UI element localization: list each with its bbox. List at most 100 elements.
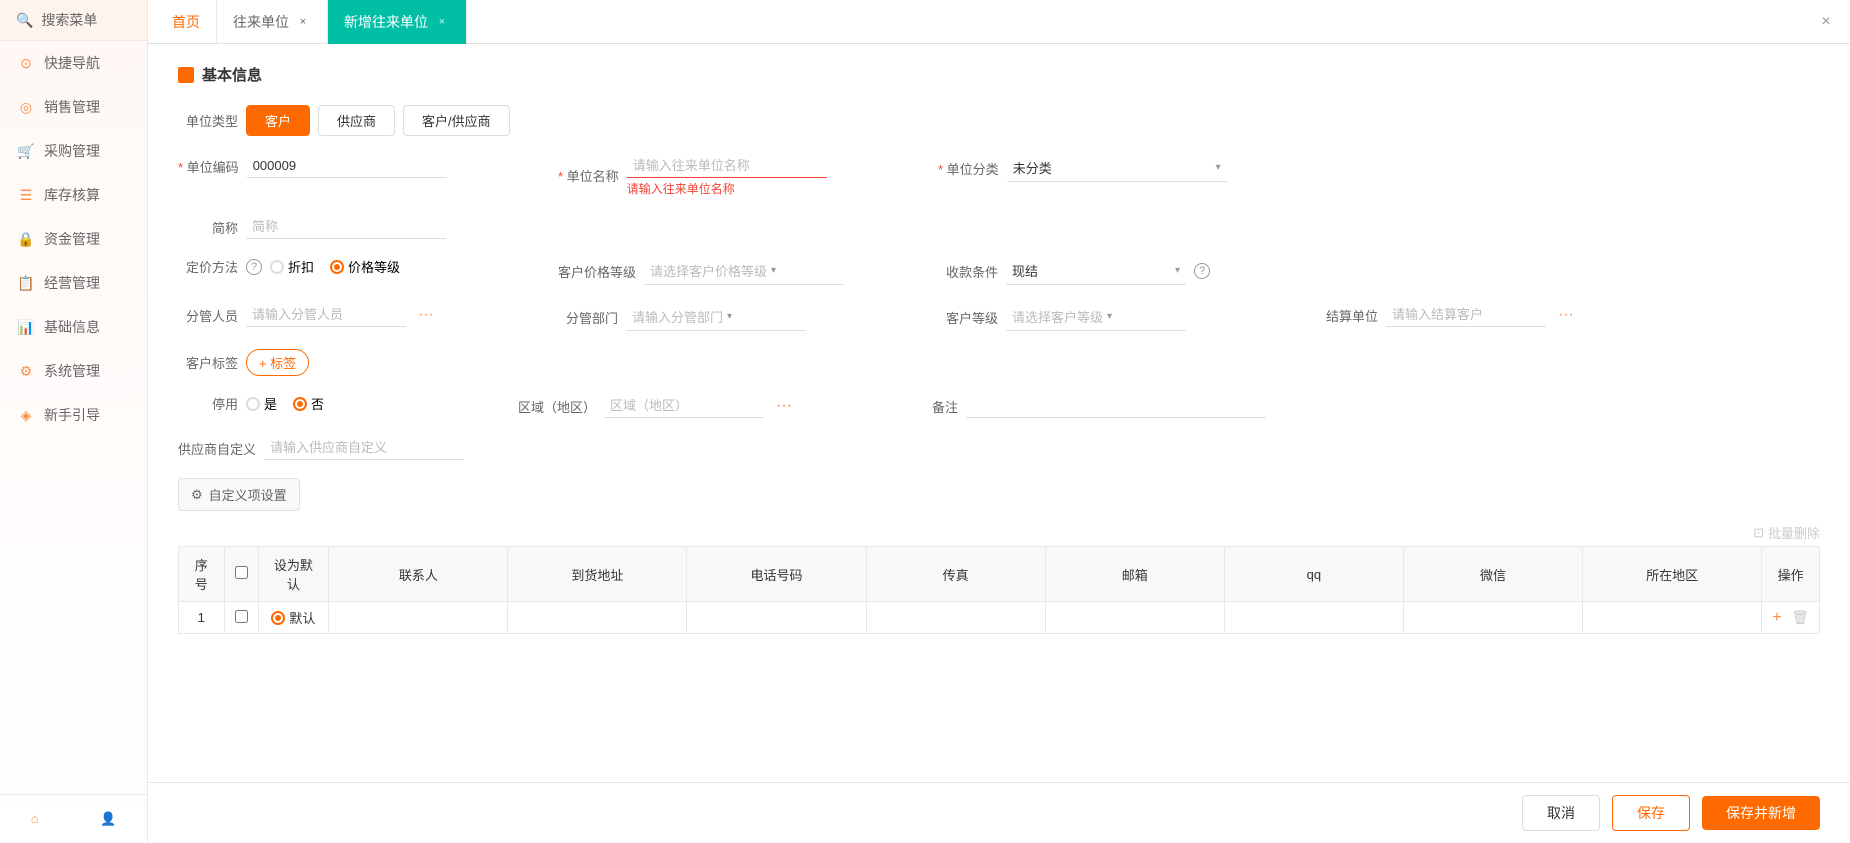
contact-input[interactable] — [339, 610, 497, 625]
sidebar-item-label: 新手引导 — [44, 405, 100, 425]
row-contact[interactable] — [329, 602, 508, 634]
remark-label: 备注 — [898, 397, 958, 416]
customer-level-field: 客户等级 请选择客户等级 ▾ — [938, 303, 1278, 331]
row-address[interactable] — [508, 602, 687, 634]
settlement-unit-input[interactable] — [1386, 303, 1546, 327]
radio-discount-circle — [270, 260, 284, 274]
add-tag-btn[interactable]: + 标签 — [246, 349, 309, 376]
radio-yes-label: 是 — [264, 394, 277, 413]
customer-price-level-placeholder: 请选择客户价格等级 — [650, 261, 767, 280]
row-no: 1 — [179, 602, 225, 634]
row-check — [224, 602, 258, 634]
payment-terms-select[interactable]: 现结 ▾ — [1006, 257, 1186, 285]
phone-input[interactable] — [697, 610, 855, 625]
area-input[interactable] — [1593, 610, 1751, 625]
payment-terms-field: 收款条件 现结 ▾ ? — [938, 257, 1820, 285]
sidebar-item-operations[interactable]: 📋 经营管理 — [0, 261, 147, 305]
tab-partners-close[interactable]: × — [295, 14, 311, 30]
region-dots-btn[interactable]: ··· — [772, 397, 796, 415]
finance-icon: 🔒 — [16, 229, 36, 249]
payment-help-icon[interactable]: ? — [1194, 263, 1210, 279]
remark-field: 备注 — [898, 394, 1820, 418]
row-qq[interactable] — [1224, 602, 1403, 634]
pricing-help-icon[interactable]: ? — [246, 259, 262, 275]
pricing-radio-group: 折扣 价格等级 — [270, 257, 400, 276]
department-select[interactable]: 请输入分管部门 ▾ — [626, 303, 806, 331]
sidebar-item-quick-nav[interactable]: ⊙ 快捷导航 — [0, 41, 147, 85]
address-input[interactable] — [518, 610, 676, 625]
sidebar-item-inventory[interactable]: ☰ 库存核算 — [0, 173, 147, 217]
unit-name-wrapper: 请输入往来单位名称 — [627, 154, 898, 197]
tab-new-partner-close[interactable]: × — [434, 14, 450, 30]
region-input[interactable] — [604, 394, 764, 418]
unit-type-row: 单位类型 客户 供应商 客户/供应商 — [178, 105, 1820, 136]
add-row-btn[interactable]: + — [1772, 609, 1781, 626]
sidebar-item-system[interactable]: ⚙ 系统管理 — [0, 349, 147, 393]
unit-btn-customer[interactable]: 客户 — [246, 105, 310, 136]
custom-settings-btn[interactable]: ⚙ 自定义项设置 — [178, 478, 300, 511]
unit-btn-both[interactable]: 客户/供应商 — [403, 105, 510, 136]
window-close-button[interactable]: × — [1810, 6, 1842, 38]
settlement-dots-btn[interactable]: ··· — [1554, 306, 1578, 324]
sidebar-item-basics[interactable]: 📊 基础信息 — [0, 305, 147, 349]
pricing-radio-discount[interactable]: 折扣 — [270, 257, 314, 276]
wechat-input[interactable] — [1414, 610, 1572, 625]
price-level-arrow-icon: ▾ — [771, 265, 776, 276]
row-wechat[interactable] — [1404, 602, 1583, 634]
row-checkbox[interactable] — [235, 610, 248, 623]
qq-input[interactable] — [1235, 610, 1393, 625]
row-fax[interactable] — [866, 602, 1045, 634]
tab-partners[interactable]: 往来单位 × — [217, 0, 328, 44]
delete-row-btn[interactable]: 🗑 — [1791, 609, 1809, 625]
unit-code-input[interactable] — [247, 154, 447, 178]
unit-btn-supplier[interactable]: 供应商 — [318, 105, 395, 136]
supplier-custom-input[interactable] — [264, 436, 464, 460]
row-default: 默认 — [258, 602, 329, 634]
row-email[interactable] — [1045, 602, 1224, 634]
abbr-row: 简称 — [178, 215, 1820, 239]
sidebar-item-guide[interactable]: ◈ 新手引导 — [0, 393, 147, 437]
tab-bar: 首页 往来单位 × 新增往来单位 × × — [148, 0, 1850, 44]
radio-level-label: 价格等级 — [348, 257, 400, 276]
row-phone[interactable] — [687, 602, 866, 634]
disabled-radio-no[interactable]: 否 — [293, 394, 324, 413]
cancel-button[interactable]: 取消 — [1522, 795, 1600, 831]
remark-input[interactable] — [966, 394, 1266, 418]
pricing-radio-level[interactable]: 价格等级 — [330, 257, 400, 276]
customer-price-level-select[interactable]: 请选择客户价格等级 ▾ — [644, 257, 844, 285]
radio-discount-label: 折扣 — [288, 257, 314, 276]
row-area[interactable] — [1583, 602, 1762, 634]
unit-code-field: 单位编码 — [178, 154, 518, 178]
pricing-method-label: 定价方法 — [178, 257, 238, 276]
email-input[interactable] — [1056, 610, 1214, 625]
save-button[interactable]: 保存 — [1612, 795, 1690, 831]
unit-name-input[interactable] — [627, 154, 827, 178]
cust-level-arrow-icon: ▾ — [1107, 311, 1112, 322]
sidebar-item-sales[interactable]: ◎ 销售管理 — [0, 85, 147, 129]
unit-category-select[interactable]: 未分类 ▾ — [1007, 154, 1227, 182]
tags-field: 客户标签 + 标签 — [178, 349, 1820, 376]
sidebar-item-purchase[interactable]: 🛒 采购管理 — [0, 129, 147, 173]
sidebar-search[interactable]: 🔍 搜索菜单 — [0, 0, 147, 41]
home-bottom-icon[interactable]: ⌂ — [31, 811, 39, 827]
tab-new-partner[interactable]: 新增往来单位 × — [328, 0, 467, 44]
tab-home[interactable]: 首页 — [156, 0, 217, 44]
user-bottom-icon[interactable]: 👤 — [100, 811, 116, 827]
abbr-input[interactable] — [246, 215, 446, 239]
customer-level-select[interactable]: 请选择客户等级 ▾ — [1006, 303, 1186, 331]
table-row: 1 默认 — [179, 602, 1820, 634]
settlement-unit-field: 结算单位 ··· — [1318, 303, 1820, 327]
col-fax: 传真 — [866, 547, 1045, 602]
batch-delete-label[interactable]: 批量删除 — [1768, 523, 1820, 542]
fax-input[interactable] — [877, 610, 1035, 625]
sidebar-item-finance[interactable]: 🔒 资金管理 — [0, 217, 147, 261]
col-qq: qq — [1224, 547, 1403, 602]
flag-icon — [178, 67, 194, 83]
disabled-radio-yes[interactable]: 是 — [246, 394, 277, 413]
save-new-button[interactable]: 保存并新增 — [1702, 796, 1820, 830]
manager-dots-btn[interactable]: ··· — [414, 306, 438, 324]
manager-input[interactable] — [246, 303, 406, 327]
check-all[interactable] — [235, 566, 248, 579]
operations-icon: 📋 — [16, 273, 36, 293]
sidebar-item-label: 基础信息 — [44, 317, 100, 337]
